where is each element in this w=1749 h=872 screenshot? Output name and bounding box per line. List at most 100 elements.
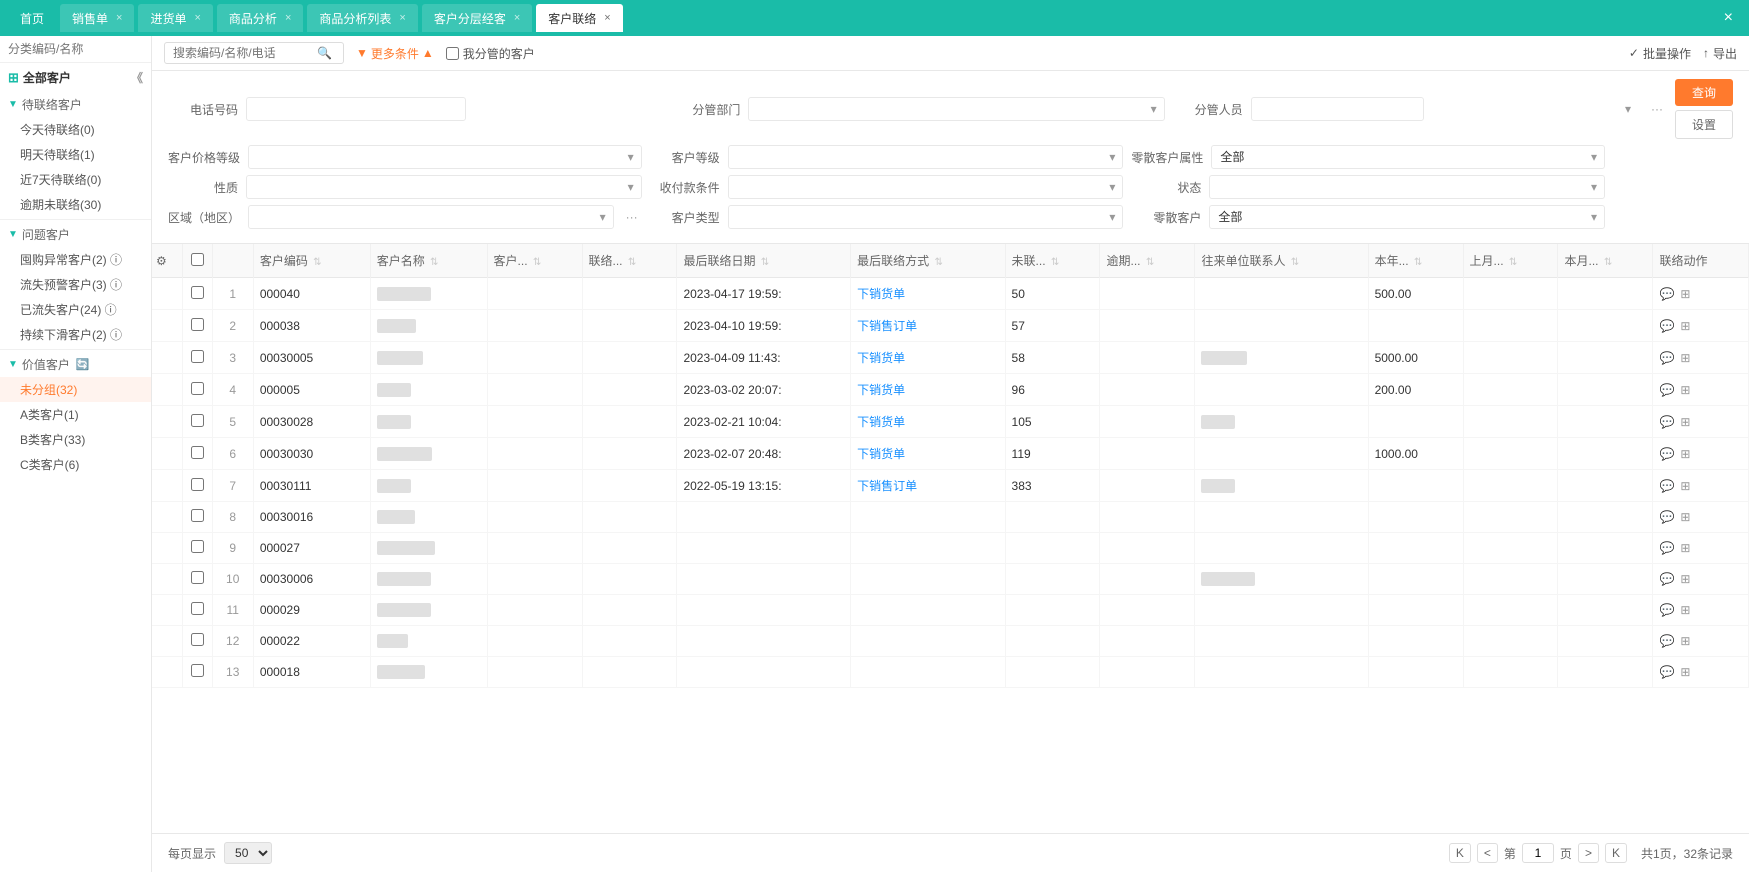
filter-search-icon[interactable]: 🔍 xyxy=(317,46,332,60)
row-checkbox-input[interactable] xyxy=(191,382,204,395)
query-btn[interactable]: 查询 xyxy=(1675,79,1733,106)
sidebar-item-c-type[interactable]: C类客户(6) xyxy=(0,452,151,477)
last-method-link[interactable]: 下销售订单 xyxy=(857,319,917,333)
select-all-checkbox[interactable] xyxy=(191,253,204,266)
region-select[interactable] xyxy=(248,205,614,229)
message-icon[interactable]: 💬 xyxy=(1659,603,1674,617)
nav-tab-sales[interactable]: 销售单 × xyxy=(60,4,134,32)
sidebar-item-abnormal[interactable]: 囤购异常客户(2) ⓘ xyxy=(0,247,151,272)
message-icon[interactable]: 💬 xyxy=(1659,541,1674,555)
close-analysis-tab[interactable]: × xyxy=(285,12,291,24)
last-method-link[interactable]: 下销售订单 xyxy=(857,479,917,493)
close-purchase-tab[interactable]: × xyxy=(194,12,200,24)
last-method-link[interactable]: 下销货单 xyxy=(857,415,905,429)
next-page-btn[interactable]: > xyxy=(1578,843,1599,863)
manager-input[interactable] xyxy=(1251,97,1424,121)
col-code[interactable]: 客户编码 ⇅ xyxy=(253,244,370,278)
message-icon[interactable]: 💬 xyxy=(1659,415,1674,429)
col-last-date[interactable]: 最后联络日期 ⇅ xyxy=(677,244,851,278)
sidebar-item-today[interactable]: 今天待联络(0) xyxy=(0,117,151,142)
close-segment-tab[interactable]: × xyxy=(514,12,520,24)
sidebar-group-value[interactable]: ▼ 价值客户 🔄 xyxy=(0,352,151,377)
message-icon[interactable]: 💬 xyxy=(1659,665,1674,679)
last-page-btn[interactable]: K xyxy=(1605,843,1627,863)
grid-action-icon[interactable]: ⊞ xyxy=(1680,415,1690,429)
nav-tab-analysis[interactable]: 商品分析 × xyxy=(217,4,303,32)
message-icon[interactable]: 💬 xyxy=(1659,351,1674,365)
sidebar-item-tomorrow[interactable]: 明天待联络(1) xyxy=(0,142,151,167)
row-checkbox-input[interactable] xyxy=(191,602,204,615)
col-name[interactable]: 客户名称 ⇅ xyxy=(370,244,487,278)
row-checkbox-input[interactable] xyxy=(191,571,204,584)
price-level-select[interactable] xyxy=(248,145,642,169)
sidebar-item-a-type[interactable]: A类客户(1) xyxy=(0,402,151,427)
sidebar-item-churn-warning[interactable]: 流失预警客户(3) ⓘ xyxy=(0,272,151,297)
collapse-btn[interactable]: 《 xyxy=(131,69,143,86)
row-checkbox-input[interactable] xyxy=(191,350,204,363)
status-select[interactable] xyxy=(1209,175,1605,199)
sidebar-item-churned[interactable]: 已流失客户(24) ⓘ xyxy=(0,297,151,322)
nav-tab-customer-contact[interactable]: 客户联络 × xyxy=(536,4,622,32)
message-icon[interactable]: 💬 xyxy=(1659,479,1674,493)
all-customers-header[interactable]: ⊞ 全部客户 《 xyxy=(0,63,151,92)
last-method-link[interactable]: 下销货单 xyxy=(857,383,905,397)
grid-action-icon[interactable]: ⊞ xyxy=(1680,383,1690,397)
sidebar-item-overdue[interactable]: 逾期未联络(30) xyxy=(0,192,151,217)
row-checkbox-input[interactable] xyxy=(191,509,204,522)
grid-action-icon[interactable]: ⊞ xyxy=(1680,634,1690,648)
payment-select[interactable] xyxy=(728,175,1124,199)
region-more-btn[interactable]: ··· xyxy=(622,210,642,224)
cust-level-select[interactable] xyxy=(728,145,1124,169)
col-contact[interactable]: 联络... ⇅ xyxy=(582,244,677,278)
grid-action-icon[interactable]: ⊞ xyxy=(1680,287,1690,301)
prev-page-btn[interactable]: < xyxy=(1477,843,1498,863)
window-close-btn[interactable]: × xyxy=(1716,9,1741,27)
grid-action-icon[interactable]: ⊞ xyxy=(1680,351,1690,365)
filter-search-input[interactable] xyxy=(173,46,313,60)
nav-tab-analysis-list[interactable]: 商品分析列表 × xyxy=(307,4,417,32)
sidebar-item-7days[interactable]: 近7天待联络(0) xyxy=(0,167,151,192)
col-last-month[interactable]: 上月... ⇅ xyxy=(1463,244,1558,278)
last-method-link[interactable]: 下销货单 xyxy=(857,447,905,461)
manager-more-btn[interactable]: ··· xyxy=(1647,102,1667,116)
page-size-select[interactable]: 50 xyxy=(224,842,272,864)
col-not-contacted[interactable]: 未联... ⇅ xyxy=(1005,244,1100,278)
export-btn[interactable]: ↑ 导出 xyxy=(1703,45,1737,62)
col-last-method[interactable]: 最后联络方式 ⇅ xyxy=(851,244,1005,278)
scatter-select[interactable]: 全部 xyxy=(1209,205,1605,229)
row-checkbox-input[interactable] xyxy=(191,446,204,459)
message-icon[interactable]: 💬 xyxy=(1659,572,1674,586)
row-checkbox-input[interactable] xyxy=(191,286,204,299)
reset-btn[interactable]: 设置 xyxy=(1675,110,1733,139)
grid-action-icon[interactable]: ⊞ xyxy=(1680,603,1690,617)
close-sales-tab[interactable]: × xyxy=(116,12,122,24)
row-checkbox-input[interactable] xyxy=(191,318,204,331)
col-this-year[interactable]: 本年... ⇅ xyxy=(1368,244,1463,278)
sidebar-search-input[interactable] xyxy=(8,42,152,56)
nav-home[interactable]: 首页 xyxy=(8,4,56,32)
batch-ops-btn[interactable]: ✓ 批量操作 xyxy=(1629,45,1691,62)
grid-action-icon[interactable]: ⊞ xyxy=(1680,665,1690,679)
row-checkbox-input[interactable] xyxy=(191,633,204,646)
row-checkbox-input[interactable] xyxy=(191,414,204,427)
nature-select[interactable] xyxy=(246,175,642,199)
grid-action-icon[interactable]: ⊞ xyxy=(1680,510,1690,524)
last-method-link[interactable]: 下销货单 xyxy=(857,287,905,301)
message-icon[interactable]: 💬 xyxy=(1659,634,1674,648)
sidebar-item-b-type[interactable]: B类客户(33) xyxy=(0,427,151,452)
grid-action-icon[interactable]: ⊞ xyxy=(1680,541,1690,555)
message-icon[interactable]: 💬 xyxy=(1659,319,1674,333)
col-overdue[interactable]: 逾期... ⇅ xyxy=(1100,244,1195,278)
row-checkbox-input[interactable] xyxy=(191,540,204,553)
row-checkbox-input[interactable] xyxy=(191,664,204,677)
sidebar-group-pending[interactable]: ▼ 待联络客户 xyxy=(0,92,151,117)
col-unit-contact[interactable]: 往来单位联系人 ⇅ xyxy=(1195,244,1368,278)
col-type[interactable]: 客户... ⇅ xyxy=(487,244,582,278)
phone-input[interactable] xyxy=(246,97,466,121)
grid-action-icon[interactable]: ⊞ xyxy=(1680,447,1690,461)
sidebar-group-problem[interactable]: ▼ 问题客户 xyxy=(0,222,151,247)
row-checkbox-input[interactable] xyxy=(191,478,204,491)
my-customers-check-input[interactable] xyxy=(446,47,459,60)
nav-tab-purchase[interactable]: 进货单 × xyxy=(138,4,212,32)
first-page-btn[interactable]: K xyxy=(1449,843,1471,863)
